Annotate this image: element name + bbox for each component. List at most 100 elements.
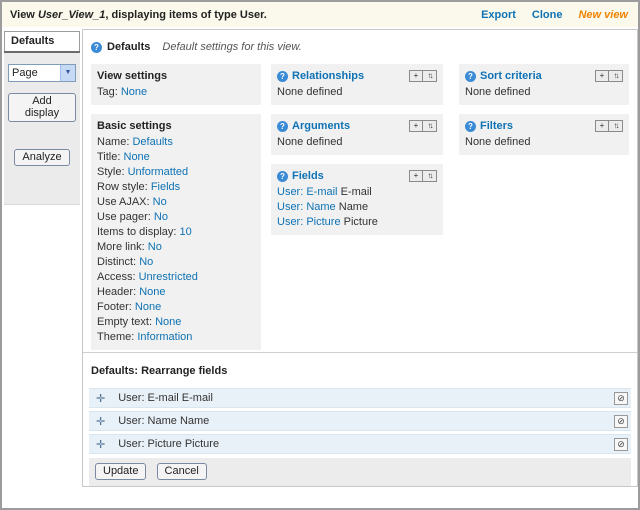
help-icon[interactable]: ? <box>277 120 288 132</box>
sort-criteria-add-button[interactable]: + <box>595 70 609 82</box>
clone-link[interactable]: Clone <box>532 9 563 21</box>
tab-defaults[interactable]: Defaults <box>4 31 80 51</box>
relationships-buttons: + ↑↓ <box>409 70 437 82</box>
arguments-box: ? Arguments + ↑↓ None defined <box>271 114 443 155</box>
rearrange-row: ✛ User: Name Name ⊘ <box>89 411 631 431</box>
filters-box: ? Filters + ↑↓ None defined <box>459 114 629 155</box>
setting-label: Distinct: <box>97 256 137 268</box>
settings-columns: View settings Tag: None Basic settings N… <box>91 64 629 352</box>
setting-row: Items to display: 10 <box>97 225 255 240</box>
fields-rearrange-button[interactable]: ↑↓ <box>423 170 437 182</box>
setting-value-link[interactable]: Unrestricted <box>139 271 198 283</box>
filters-title-link[interactable]: Filters <box>480 119 513 133</box>
fields-add-button[interactable]: + <box>409 170 423 182</box>
field-link[interactable]: User: Name <box>277 201 336 213</box>
setting-value-link[interactable]: None <box>121 86 147 98</box>
update-button[interactable]: Update <box>95 463 147 480</box>
setting-label: More link: <box>97 241 145 253</box>
setting-value-link[interactable]: Fields <box>151 181 180 193</box>
display-type-select[interactable]: Page ▼ <box>8 64 76 82</box>
column-1: View settings Tag: None Basic settings N… <box>91 64 261 352</box>
field-link[interactable]: User: E-mail <box>277 186 338 198</box>
setting-row: Footer: None <box>97 300 255 315</box>
remove-field-icon[interactable]: ⊘ <box>614 414 628 428</box>
cancel-button[interactable]: Cancel <box>156 463 207 480</box>
rearrange-row-label: User: E-mail E-mail <box>118 392 213 404</box>
drag-handle-icon[interactable]: ✛ <box>96 392 105 405</box>
filters-rearrange-button[interactable]: ↑↓ <box>609 120 623 132</box>
fields-header: ? Fields + ↑↓ <box>277 169 437 183</box>
setting-value-link[interactable]: No <box>153 196 167 208</box>
relationships-title-link[interactable]: Relationships <box>292 69 364 83</box>
setting-value-link[interactable]: None <box>135 301 161 313</box>
remove-field-icon[interactable]: ⊘ <box>614 437 628 451</box>
settings-section: ? Defaults Default settings for this vie… <box>83 30 637 352</box>
relationships-box: ? Relationships + ↑↓ None defined <box>271 64 443 105</box>
column-3: ? Sort criteria + ↑↓ None defined ? Filt… <box>459 64 629 352</box>
fields-buttons: + ↑↓ <box>409 170 437 182</box>
arguments-buttons: + ↑↓ <box>409 120 437 132</box>
export-link[interactable]: Export <box>481 9 516 21</box>
setting-value-link[interactable]: 10 <box>180 226 192 238</box>
setting-label: Footer: <box>97 301 132 313</box>
view-name: User_View_1 <box>37 9 106 21</box>
fields-box: ? Fields + ↑↓ User: E-mail E-mail User: … <box>271 164 443 235</box>
setting-value-link[interactable]: Defaults <box>132 136 172 148</box>
help-icon[interactable]: ? <box>277 170 288 182</box>
arguments-add-button[interactable]: + <box>409 120 423 132</box>
setting-row: Distinct: No <box>97 255 255 270</box>
setting-value-link[interactable]: None <box>124 151 150 163</box>
analyze-button[interactable]: Analyze <box>14 149 70 166</box>
page-title-prefix: View <box>10 9 38 21</box>
fields-title-link[interactable]: Fields <box>292 169 324 183</box>
field-row: User: Picture Picture <box>277 215 437 230</box>
setting-row: More link: No <box>97 240 255 255</box>
relationships-add-button[interactable]: + <box>409 70 423 82</box>
rearrange-row-label: User: Picture Picture <box>118 438 220 450</box>
add-display-button[interactable]: Add display <box>8 93 76 122</box>
sort-criteria-rearrange-button[interactable]: ↑↓ <box>609 70 623 82</box>
drag-handle-icon[interactable]: ✛ <box>96 438 105 451</box>
sort-criteria-title-link[interactable]: Sort criteria <box>480 69 542 83</box>
relationships-header: ? Relationships + ↑↓ <box>277 69 437 83</box>
setting-row: Theme: Information <box>97 330 255 345</box>
header-links: Export Clone New view <box>481 9 628 21</box>
help-icon[interactable]: ? <box>465 120 476 132</box>
arguments-rearrange-button[interactable]: ↑↓ <box>423 120 437 132</box>
setting-value-link[interactable]: No <box>139 256 153 268</box>
setting-value-link[interactable]: No <box>154 211 168 223</box>
setting-label: Style: <box>97 166 125 178</box>
field-link[interactable]: User: Picture <box>277 216 341 228</box>
header-bar: View User_View_1, displaying items of ty… <box>2 2 638 27</box>
filters-add-button[interactable]: + <box>595 120 609 132</box>
relationships-rearrange-button[interactable]: ↑↓ <box>423 70 437 82</box>
new-view-link[interactable]: New view <box>578 9 628 21</box>
field-row: User: E-mail E-mail <box>277 185 437 200</box>
setting-row: Name: Defaults <box>97 135 255 150</box>
setting-label: Name: <box>97 136 130 148</box>
defaults-heading: Defaults <box>107 41 151 53</box>
remove-field-icon[interactable]: ⊘ <box>614 391 628 405</box>
setting-value-link[interactable]: Information <box>137 331 192 343</box>
setting-label: Use pager: <box>97 211 151 223</box>
setting-value-link[interactable]: None <box>155 316 181 328</box>
help-icon[interactable]: ? <box>91 41 102 53</box>
help-icon[interactable]: ? <box>465 70 476 82</box>
setting-label: Items to display: <box>97 226 177 238</box>
drag-handle-icon[interactable]: ✛ <box>96 415 105 428</box>
arguments-title-link[interactable]: Arguments <box>292 119 350 133</box>
sort-criteria-buttons: + ↑↓ <box>595 70 623 82</box>
view-settings-box: View settings Tag: None <box>91 64 261 105</box>
setting-row: Use pager: No <box>97 210 255 225</box>
field-suffix: E-mail <box>337 186 372 198</box>
analyze-wrap: Analyze <box>8 149 76 166</box>
sidebar: Defaults Page ▼ Add display Analyze <box>2 27 82 205</box>
setting-value-link[interactable]: Unformatted <box>128 166 189 178</box>
help-icon[interactable]: ? <box>277 70 288 82</box>
setting-label: Title: <box>97 151 121 163</box>
content-area: Defaults Page ▼ Add display Analyze ? De… <box>2 27 638 487</box>
setting-value-link[interactable]: None <box>139 286 165 298</box>
setting-value-link[interactable]: No <box>148 241 162 253</box>
setting-label: Tag: <box>97 86 118 98</box>
sort-criteria-empty: None defined <box>465 86 531 98</box>
